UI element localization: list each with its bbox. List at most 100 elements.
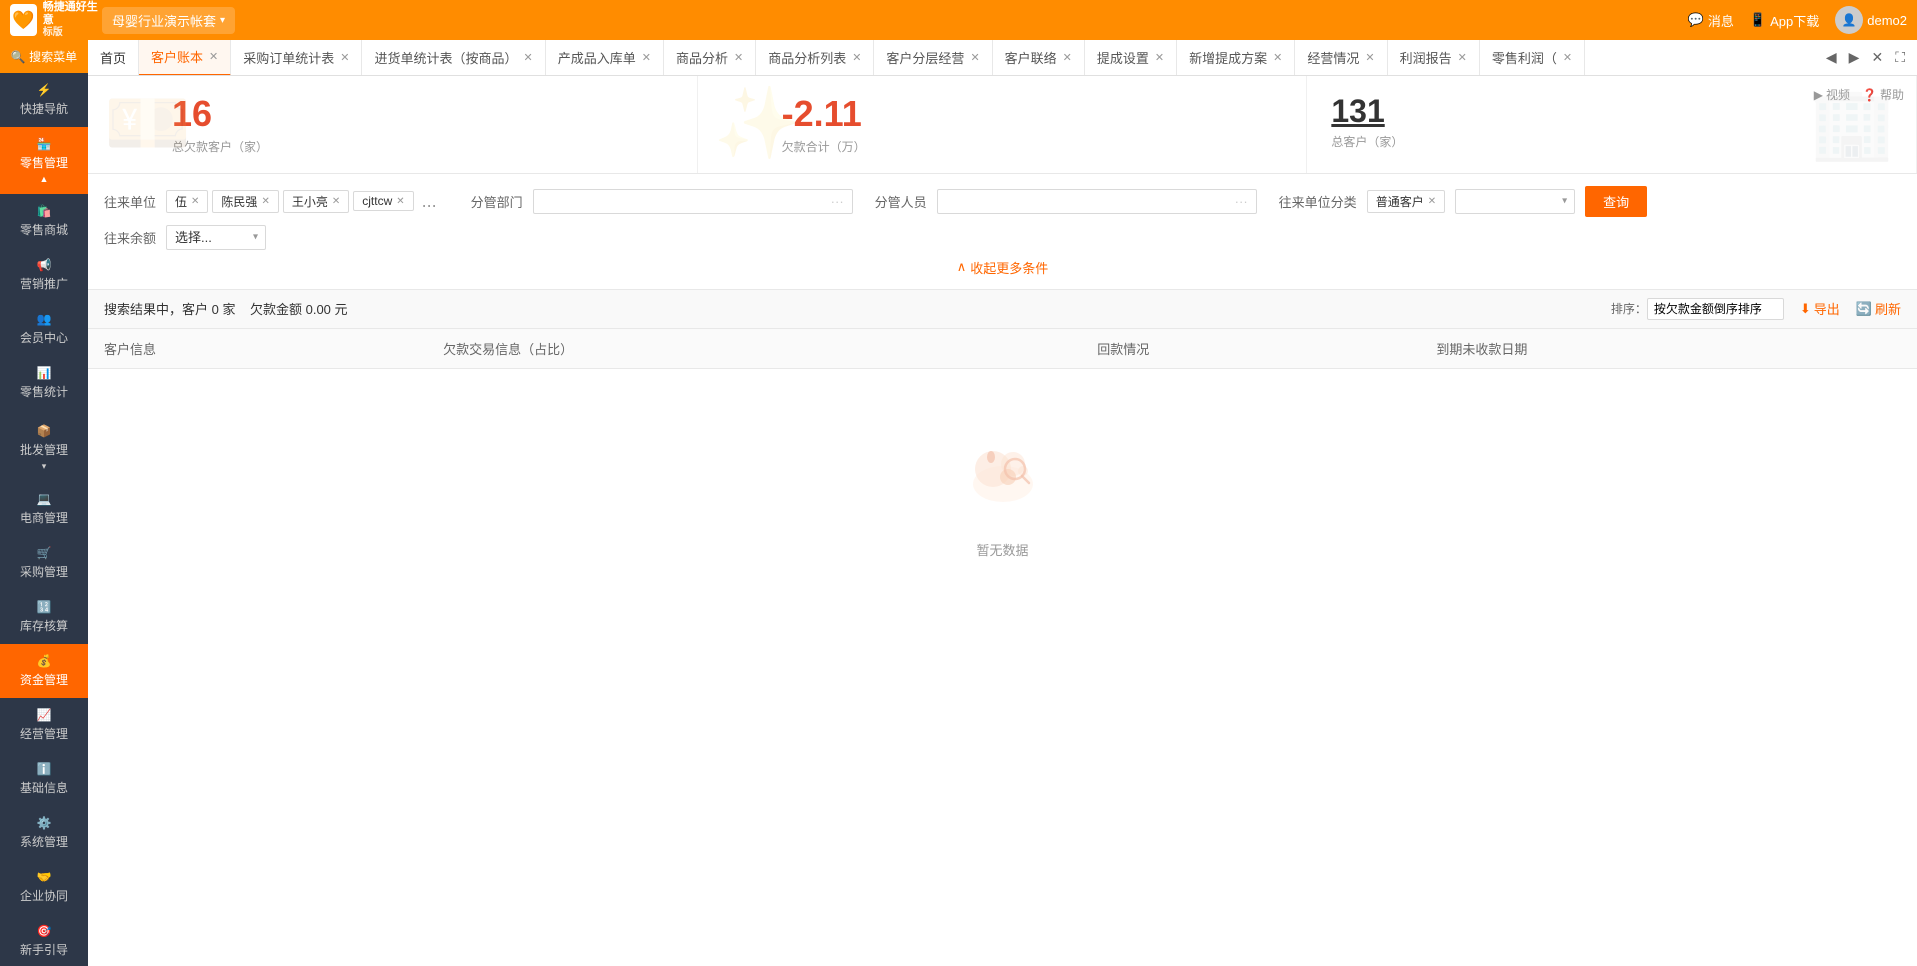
tab-promotion-settings-close[interactable]: ✕: [1155, 51, 1164, 64]
tab-product-analysis-list[interactable]: 商品分析列表 ✕: [756, 40, 874, 76]
refresh-btn[interactable]: 🔄 刷新: [1856, 299, 1901, 318]
tab-product-analysis-list-close[interactable]: ✕: [852, 51, 861, 64]
tab-close-all-btn[interactable]: ✕: [1867, 47, 1887, 68]
collapse-icon: ∧: [957, 259, 967, 275]
sidebar-item-retail-mall[interactable]: 🛍️ 零售商城: [0, 194, 88, 248]
tab-customer-contact-close[interactable]: ✕: [1063, 51, 1072, 64]
tab-retail-profit[interactable]: 零售利润（ ✕: [1480, 40, 1585, 76]
tab-product-analysis[interactable]: 商品分析 ✕: [664, 40, 756, 76]
tab-customer-accounts[interactable]: 客户账本 ✕: [139, 40, 231, 76]
logo-text: 畅捷通好生意: [43, 1, 98, 27]
help-btn[interactable]: ❓ 帮助: [1862, 86, 1904, 103]
empty-icon: [953, 429, 1053, 528]
tab-prev-btn[interactable]: ◀: [1822, 47, 1841, 68]
tab-profit-report[interactable]: 利润报告 ✕: [1388, 40, 1480, 76]
filter-area: 往来单位 伍 ✕ 陈民强 ✕ 王小亮 ✕: [88, 174, 1917, 290]
sidebar-item-new-guide[interactable]: 🎯 新手引导: [0, 914, 88, 966]
filter-row-1: 往来单位 伍 ✕ 陈民强 ✕ 王小亮 ✕: [104, 186, 1901, 217]
person-more-icon: ···: [1235, 194, 1248, 209]
tab-purchase-stats-by-product[interactable]: 进货单统计表（按商品） ✕: [362, 40, 545, 76]
sidebar-item-retail-mgmt[interactable]: 🏪 零售管理 ▲: [0, 127, 88, 194]
balance-filter-select[interactable]: 选择...: [166, 225, 266, 250]
tab-next-btn[interactable]: ▶: [1845, 47, 1864, 68]
tab-customer-segment-close[interactable]: ✕: [970, 51, 979, 64]
tab-customer-segment[interactable]: 客户分层经营 ✕: [874, 40, 992, 76]
sidebar-item-ecommerce-mgmt[interactable]: 💻 电商管理: [0, 482, 88, 536]
dept-more-icon: ···: [831, 194, 844, 209]
tab-product-cost-inbound[interactable]: 产成品入库单 ✕: [546, 40, 664, 76]
unit-class-dropdown[interactable]: [1455, 189, 1575, 214]
account-selector[interactable]: 母婴行业演示帐套 ▾: [102, 7, 235, 34]
sidebar-item-purchase-mgmt[interactable]: 🛒 采购管理: [0, 536, 88, 590]
tab-home[interactable]: 首页: [88, 40, 139, 76]
sidebar-item-capital-mgmt[interactable]: 💰 资金管理: [0, 644, 88, 698]
sidebar-item-marketing[interactable]: 📢 营销推广: [0, 248, 88, 302]
tab-profit-report-close[interactable]: ✕: [1458, 51, 1467, 64]
tab-business-status[interactable]: 经营情况 ✕: [1295, 40, 1387, 76]
sidebar-item-basic-info[interactable]: ℹ️ 基础信息: [0, 752, 88, 806]
tab-promotion-settings[interactable]: 提成设置 ✕: [1085, 40, 1177, 76]
filter-tag-wang-close[interactable]: ✕: [332, 196, 340, 207]
filter-tag-wu-close[interactable]: ✕: [191, 196, 199, 207]
app-download-btn[interactable]: 📱 App下载: [1750, 11, 1819, 30]
sidebar-item-system-mgmt[interactable]: ⚙️ 系统管理: [0, 806, 88, 860]
sort-select[interactable]: 按欠款金额倒序排序: [1647, 298, 1784, 320]
video-help-area: ▶ 视频 ❓ 帮助: [1814, 86, 1904, 103]
filter-tag-cjttcw: cjttcw ✕: [353, 191, 413, 211]
sidebar-item-operation-mgmt[interactable]: 📈 经营管理: [0, 698, 88, 752]
collapse-more-conditions-btn[interactable]: ∧ 收起更多条件: [104, 258, 1901, 277]
filter-tag-normal-customer-close[interactable]: ✕: [1428, 196, 1436, 207]
person-filter-input[interactable]: [946, 194, 1235, 209]
stat-credit-total: ✨ -2.11 欠款合计（万）: [698, 76, 1308, 173]
tab-new-promotion-plan-label: 新增提成方案: [1189, 48, 1267, 67]
tab-business-status-label: 经营情况: [1307, 48, 1359, 67]
tab-expand-btn[interactable]: ⛶: [1891, 47, 1909, 68]
filter-tags-more-btn[interactable]: ...: [418, 191, 441, 212]
tab-purchase-order-stats-label: 采购订单统计表: [243, 48, 334, 67]
retail-stats-icon: 📊: [37, 366, 52, 380]
tab-business-status-close[interactable]: ✕: [1365, 51, 1374, 64]
messages-btn[interactable]: 💬 消息: [1688, 11, 1734, 30]
ecommerce-mgmt-icon: 💻: [37, 492, 52, 506]
sidebar-item-retail-stats[interactable]: 📊 零售统计: [0, 356, 88, 410]
sidebar-item-member-center[interactable]: 👥 会员中心: [0, 302, 88, 356]
sidebar-item-enterprise-collab[interactable]: 🤝 企业协同: [0, 860, 88, 914]
search-menu-btn[interactable]: 🔍 搜索菜单: [0, 40, 88, 73]
query-button[interactable]: 查询: [1585, 186, 1647, 217]
tab-new-promotion-plan[interactable]: 新增提成方案 ✕: [1177, 40, 1295, 76]
help-icon: ❓: [1862, 88, 1877, 102]
app-download-label: App下载: [1770, 11, 1819, 30]
basic-info-icon: ℹ️: [37, 762, 52, 776]
operation-mgmt-icon: 📈: [37, 708, 52, 722]
tab-product-analysis-close[interactable]: ✕: [734, 51, 743, 64]
nav-tabs: 首页 客户账本 ✕ 采购订单统计表 ✕ 进货单统计表（按商品） ✕ 产成品入库单…: [88, 40, 1917, 76]
user-menu[interactable]: 👤 demo2: [1835, 6, 1907, 34]
retail-stats-label: 零售统计: [20, 383, 68, 400]
tab-purchase-stats-by-product-close[interactable]: ✕: [524, 51, 533, 64]
results-info: 搜索结果中，客户 0 家 欠款金额 0.00 元: [104, 299, 348, 318]
sidebar-item-quick-nav[interactable]: ⚡ 快捷导航: [0, 73, 88, 127]
debt-prefix: 欠款金额: [250, 302, 302, 317]
tab-new-promotion-plan-close[interactable]: ✕: [1273, 51, 1282, 64]
filter-tag-cjttcw-close[interactable]: ✕: [396, 196, 404, 207]
tab-customer-contact[interactable]: 客户联络 ✕: [993, 40, 1085, 76]
table-header: 客户信息 欠款交易信息（占比） 回款情况 到期未收款日期: [88, 329, 1917, 369]
inventory-check-icon: 🔢: [37, 600, 52, 614]
search-result-prefix: 搜索结果中，客户: [104, 302, 208, 317]
messages-label: 消息: [1708, 11, 1734, 30]
tab-purchase-stats-by-product-label: 进货单统计表（按商品）: [374, 48, 517, 67]
sidebar-item-wholesale-mgmt[interactable]: 📦 批发管理 ▾: [0, 414, 88, 482]
dept-filter-input[interactable]: [542, 194, 831, 209]
tab-retail-profit-close[interactable]: ✕: [1563, 51, 1572, 64]
tab-purchase-order-stats-close[interactable]: ✕: [340, 51, 349, 64]
tab-product-cost-inbound-close[interactable]: ✕: [642, 51, 651, 64]
export-btn[interactable]: ⬇ 导出: [1800, 299, 1840, 318]
filter-tag-chen-close[interactable]: ✕: [261, 196, 269, 207]
video-btn[interactable]: ▶ 视频: [1814, 86, 1850, 103]
sidebar-item-inventory-check[interactable]: 🔢 库存核算: [0, 590, 88, 644]
tab-customer-accounts-close[interactable]: ✕: [209, 50, 218, 63]
retail-mall-label: 零售商城: [20, 221, 68, 238]
sort-prefix: 排序：: [1611, 300, 1647, 317]
tab-purchase-order-stats[interactable]: 采购订单统计表 ✕: [231, 40, 362, 76]
enterprise-collab-label: 企业协同: [20, 887, 68, 904]
